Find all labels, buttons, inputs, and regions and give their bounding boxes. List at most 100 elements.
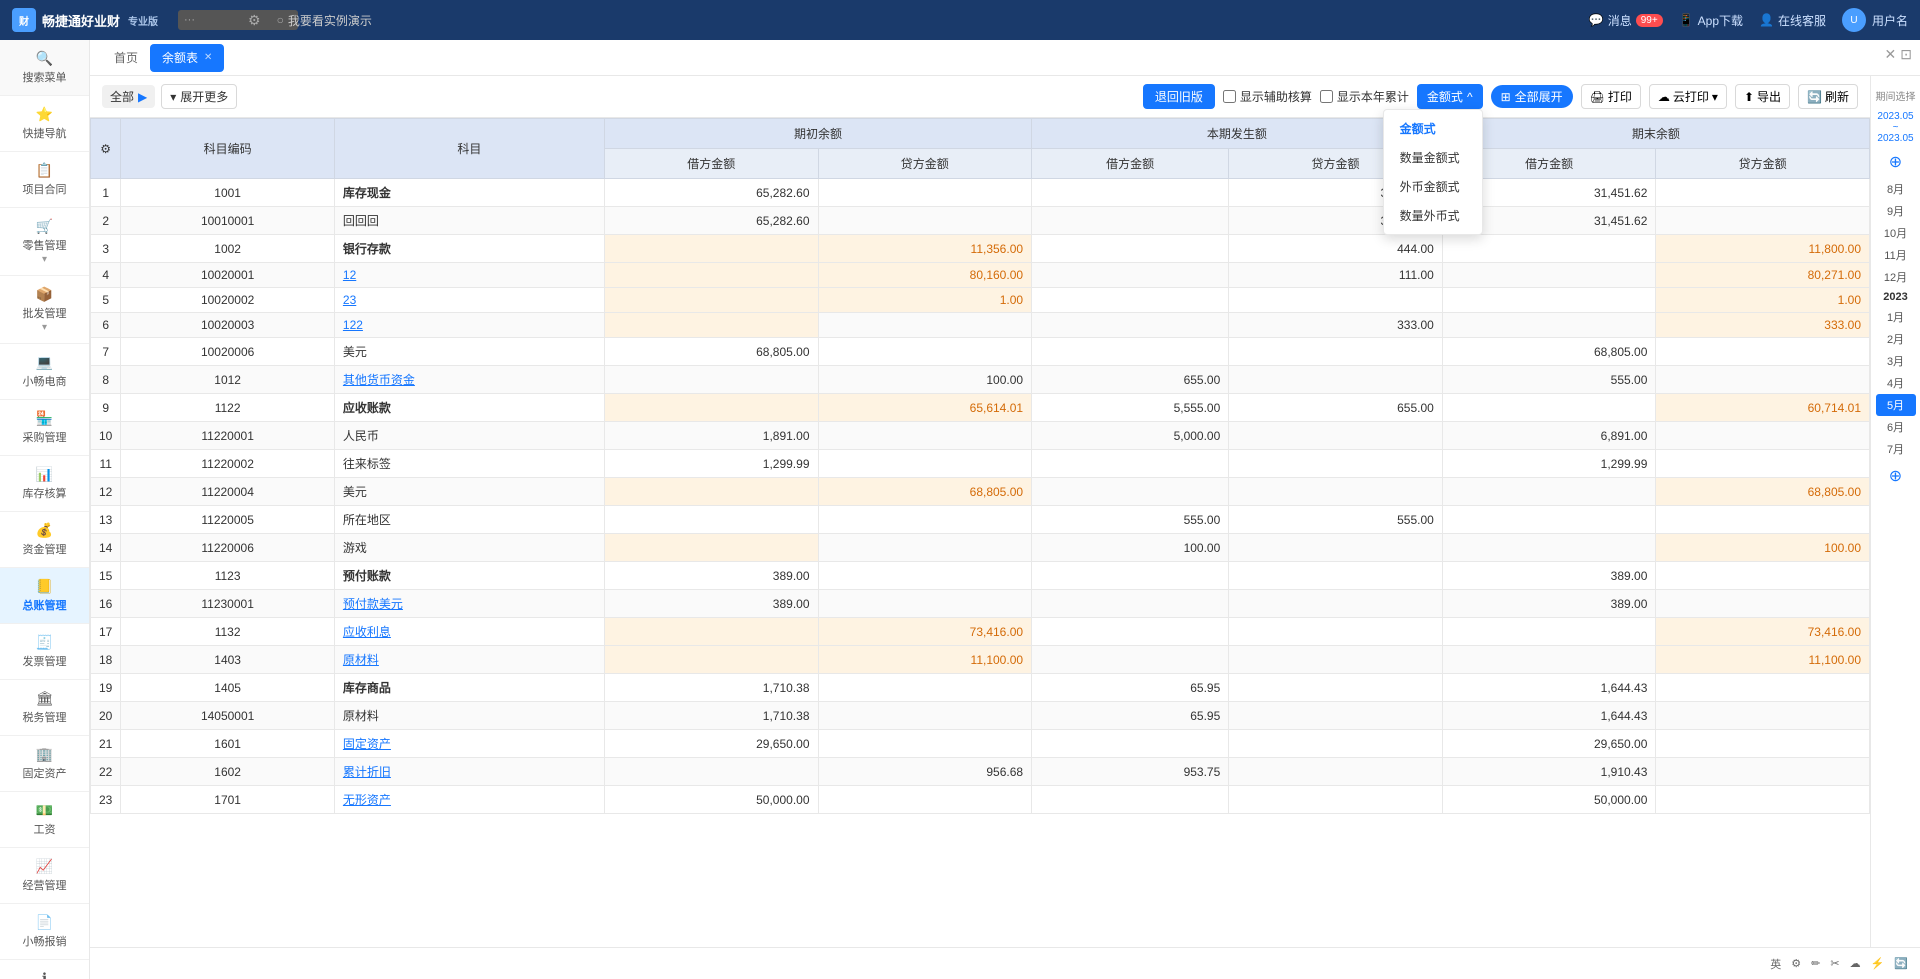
cell-cur-debit	[1032, 590, 1229, 618]
month-item[interactable]: 2023	[1876, 288, 1916, 306]
expand-more-btn[interactable]: ▾ 展开更多	[161, 84, 237, 109]
cell-no: 12	[91, 478, 121, 506]
panel-expand-up-icon[interactable]: ⊕	[1889, 152, 1902, 172]
sidebar-item-assets[interactable]: 🏢 固定资产	[0, 736, 89, 792]
sidebar-item-invoice[interactable]: 🧾 发票管理	[0, 624, 89, 680]
table-row: 191405库存商品1,710.3865.951,644.43	[91, 674, 1870, 702]
month-item[interactable]: 9月	[1876, 200, 1916, 222]
lang-btn[interactable]: 英	[1770, 956, 1781, 972]
sidebar-item-search[interactable]: 🔍 搜索菜单	[0, 40, 89, 96]
user-area[interactable]: U 用户名	[1842, 8, 1908, 32]
sidebar-item-inventory[interactable]: 📊 库存核算	[0, 456, 89, 512]
sidebar-item-quicknav[interactable]: ⭐ 快捷导航	[0, 96, 89, 152]
cell-cur-debit: 953.75	[1032, 758, 1229, 786]
return-old-btn[interactable]: 退回旧版	[1143, 84, 1215, 109]
sidebar-item-retail[interactable]: 🛒 零售管理 ▾	[0, 208, 89, 276]
cell-cur-credit: 111.00	[1229, 263, 1443, 288]
cell-cur-debit	[1032, 786, 1229, 814]
sync-btn[interactable]: 🔄	[1894, 957, 1908, 970]
sidebar-item-contract[interactable]: 📋 项目合同	[0, 152, 89, 208]
month-item[interactable]: 10月	[1876, 222, 1916, 244]
cell-subject[interactable]: 应收利息	[334, 618, 604, 646]
app-download-btn[interactable]: 📱 App下载	[1679, 12, 1743, 29]
wholesale-icon: 📦	[6, 286, 83, 303]
month-item[interactable]: 4月	[1876, 372, 1916, 394]
expand-all-btn[interactable]: ⊞ 全部展开	[1491, 85, 1573, 108]
inventory-icon: 📊	[6, 466, 83, 483]
cell-code: 11220001	[121, 422, 335, 450]
cell-op-credit	[818, 730, 1032, 758]
sidebar-item-expense[interactable]: 📄 小畅报销	[0, 904, 89, 960]
month-item[interactable]: 7月	[1876, 438, 1916, 460]
cell-subject[interactable]: 122	[334, 313, 604, 338]
all-label: 全部	[110, 88, 134, 105]
refresh-icon: 🔄	[1807, 90, 1822, 104]
export-btn[interactable]: ⬆ 导出	[1735, 84, 1790, 109]
close-btn[interactable]: ✕	[1885, 46, 1897, 63]
tab-close-icon[interactable]: ✕	[204, 52, 212, 63]
format-option-qty-foreign[interactable]: 数量外币式	[1384, 201, 1482, 230]
sidebar-item-purchase[interactable]: 🏪 采购管理	[0, 400, 89, 456]
all-filter-btn[interactable]: 全部 ▶	[102, 85, 155, 108]
ytd-checkbox[interactable]	[1320, 90, 1333, 103]
cell-cur-debit	[1032, 263, 1229, 288]
cell-subject[interactable]: 固定资产	[334, 730, 604, 758]
format-option-qty-amount[interactable]: 数量金额式	[1384, 143, 1482, 172]
cloud-bottom-btn[interactable]: ☁	[1850, 957, 1861, 970]
tab-home[interactable]: 首页	[102, 44, 150, 72]
contract-icon: 📋	[6, 162, 83, 179]
logo-icon: 财	[12, 8, 36, 32]
print-icon: 🖨	[1590, 90, 1605, 104]
tab-balance[interactable]: 余额表 ✕	[150, 44, 224, 72]
month-item[interactable]: 12月	[1876, 266, 1916, 288]
lightning-btn[interactable]: ⚡	[1871, 957, 1885, 970]
sidebar-item-ecommerce[interactable]: 💻 小畅电商	[0, 344, 89, 400]
format-option-amount[interactable]: 金额式	[1384, 114, 1482, 143]
cell-no: 19	[91, 674, 121, 702]
sidebar-item-operations[interactable]: 📈 经营管理	[0, 848, 89, 904]
cell-subject[interactable]: 12	[334, 263, 604, 288]
month-item[interactable]: 6月	[1876, 416, 1916, 438]
refresh-btn[interactable]: 🔄 刷新	[1798, 84, 1858, 109]
show-ytd-check[interactable]: 显示本年累计	[1320, 88, 1409, 105]
edit-btn[interactable]: ✏	[1811, 957, 1820, 970]
month-item[interactable]: 3月	[1876, 350, 1916, 372]
sidebar-item-ledger[interactable]: 📒 总账管理	[0, 568, 89, 624]
show-auxiliary-check[interactable]: 显示辅助核算	[1223, 88, 1312, 105]
cell-op-credit: 11,100.00	[818, 646, 1032, 674]
format-option-foreign[interactable]: 外币金额式	[1384, 172, 1482, 201]
cell-subject[interactable]: 原材料	[334, 646, 604, 674]
panel-expand-down-icon[interactable]: ⊕	[1889, 466, 1902, 486]
col-settings[interactable]: ⚙	[91, 119, 121, 179]
maximize-btn[interactable]: ⊡	[1900, 46, 1912, 63]
format-btn[interactable]: 金额式 ^	[1417, 84, 1483, 109]
sidebar-item-salary[interactable]: 💵 工资	[0, 792, 89, 848]
sidebar-item-basic[interactable]: ℹ 基础信息	[0, 960, 89, 979]
month-item[interactable]: 11月	[1876, 244, 1916, 266]
month-item[interactable]: 2月	[1876, 328, 1916, 350]
cell-subject[interactable]: 23	[334, 288, 604, 313]
cell-subject[interactable]: 累计折旧	[334, 758, 604, 786]
sidebar-item-wholesale[interactable]: 📦 批发管理 ▾	[0, 276, 89, 344]
cloud-print-btn[interactable]: ☁ 云打印 ▾	[1649, 84, 1727, 109]
cell-subject[interactable]: 其他货币资金	[334, 366, 604, 394]
sidebar-item-tax[interactable]: 🏛 税务管理	[0, 680, 89, 736]
cell-cur-debit: 5,555.00	[1032, 394, 1229, 422]
month-item[interactable]: 5月	[1876, 394, 1916, 416]
cell-code: 1012	[121, 366, 335, 394]
cell-op-debit	[604, 506, 818, 534]
online-service-btn[interactable]: 👤 在线客服	[1759, 12, 1826, 29]
settings-btn[interactable]: ⚙	[248, 12, 261, 29]
month-item[interactable]: 1月	[1876, 306, 1916, 328]
cell-subject[interactable]: 无形资产	[334, 786, 604, 814]
cut-btn[interactable]: ✂	[1830, 957, 1839, 970]
message-btn[interactable]: 💬 消息 99+	[1589, 12, 1663, 29]
month-item[interactable]: 8月	[1876, 178, 1916, 200]
settings-bottom-btn[interactable]: ⚙	[1791, 957, 1801, 970]
sidebar-item-funds[interactable]: 💰 资金管理	[0, 512, 89, 568]
print-btn[interactable]: 🖨 打印	[1581, 84, 1641, 109]
message-icon: 💬	[1589, 13, 1604, 27]
demo-link[interactable]: ○ 我要看实例演示	[277, 12, 372, 29]
auxiliary-checkbox[interactable]	[1223, 90, 1236, 103]
cell-subject[interactable]: 预付款美元	[334, 590, 604, 618]
